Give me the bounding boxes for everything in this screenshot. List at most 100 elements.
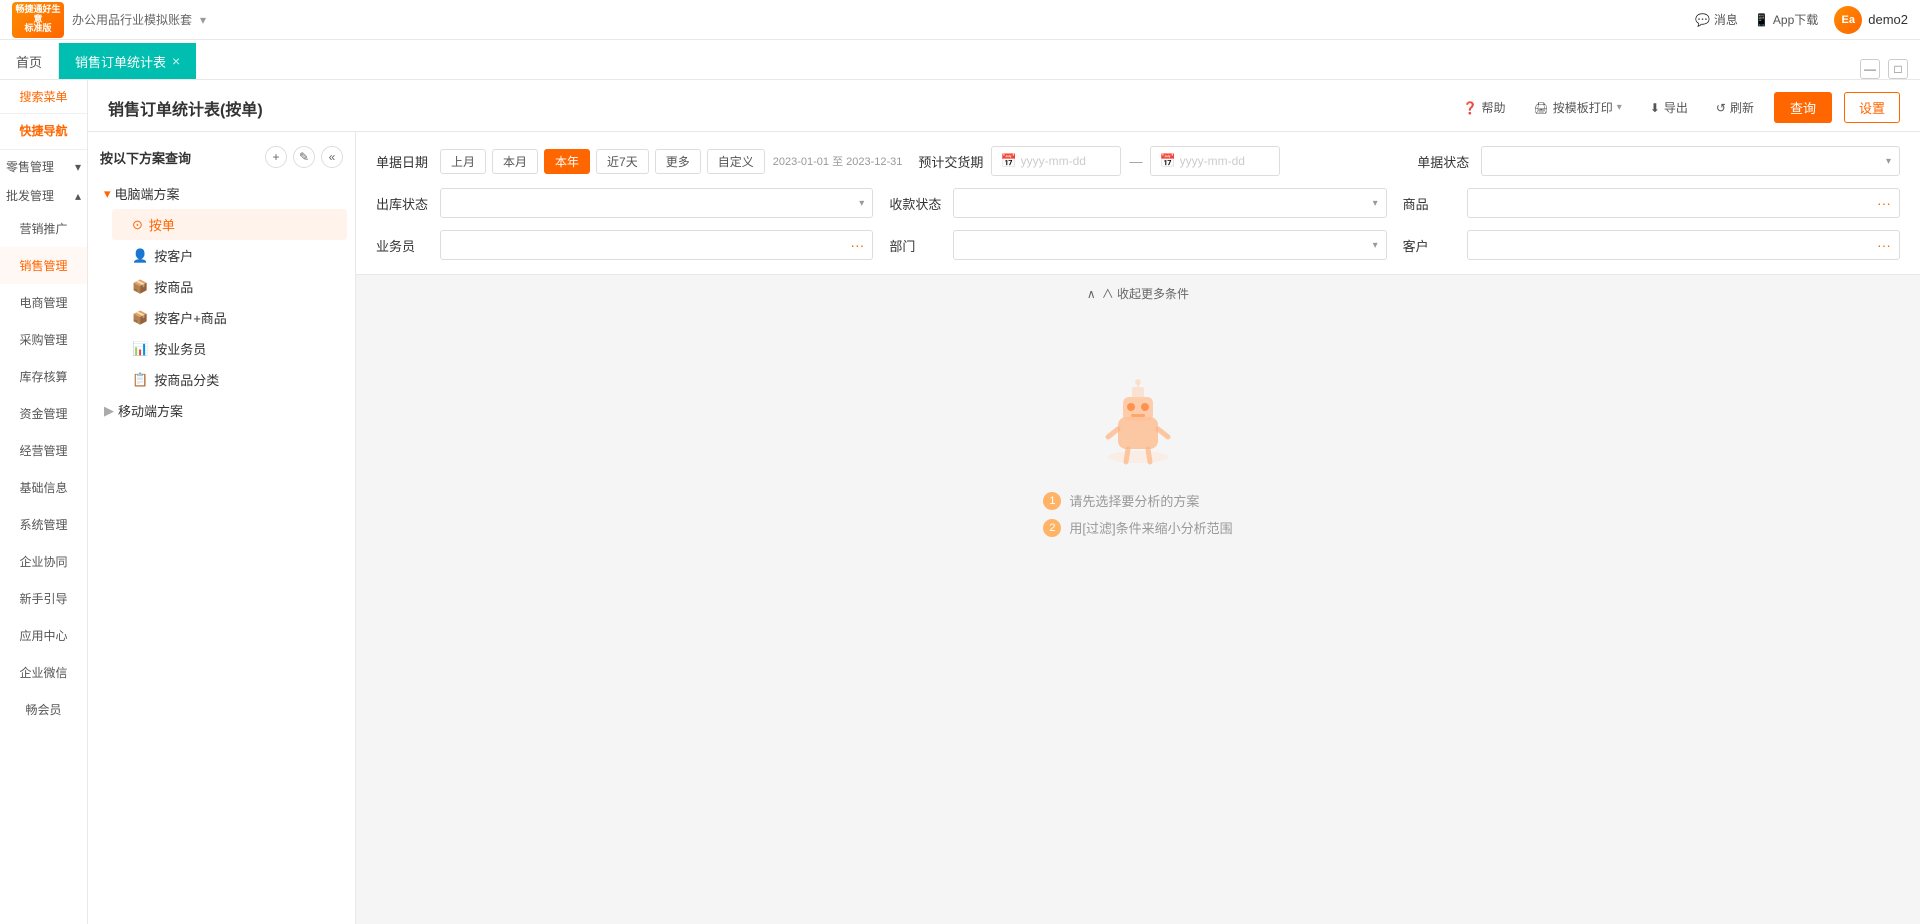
export-button[interactable]: ⬇ 导出 — [1642, 95, 1696, 120]
goods-select[interactable]: ··· — [1467, 188, 1900, 218]
expected-date-end[interactable]: 📅 yyyy-mm-dd — [1150, 146, 1280, 176]
collapse-button[interactable]: ∧ ∧ 收起更多条件 — [1075, 281, 1201, 306]
tree-collapse-icon: ▶ — [104, 403, 114, 419]
payment-select[interactable]: ▾ — [953, 188, 1386, 218]
sidebar-item-enterprise[interactable]: 企业协同 — [0, 543, 87, 580]
tree-item-icon: 📋 — [132, 372, 148, 388]
topbar-right: 💬 消息 📱 App下载 Ea demo2 — [1695, 6, 1908, 34]
department-label: 部门 — [889, 236, 945, 255]
sidebar-item-label: 批发管理 — [6, 187, 54, 204]
tree-item-label: 按客户 — [154, 246, 193, 265]
sidebar-search[interactable]: 搜索菜单 — [0, 80, 87, 114]
more-button[interactable]: 更多 — [655, 149, 701, 174]
sidebar-item-member[interactable]: 畅会员 — [0, 691, 87, 728]
filter-payment-item: 收款状态 ▾ — [889, 188, 1386, 218]
sidebar-item-label: 资金管理 — [19, 405, 67, 422]
this-year-button[interactable]: 本年 — [544, 149, 590, 174]
sidebar-item-label: 基础信息 — [19, 479, 67, 496]
tree-item-by-category[interactable]: 📋 按商品分类 — [112, 364, 347, 395]
tree-item-by-salesperson[interactable]: 📊 按业务员 — [112, 333, 347, 364]
username: demo2 — [1868, 12, 1908, 27]
tree-item-by-goods[interactable]: 📦 按商品 — [112, 271, 347, 302]
sidebar-item-finance[interactable]: 资金管理 — [0, 395, 87, 432]
customer-label: 客户 — [1403, 236, 1459, 255]
goods-label: 商品 — [1403, 194, 1459, 213]
refresh-button[interactable]: ↺ 刷新 — [1708, 95, 1762, 120]
delivery-arrow: ▾ — [859, 198, 864, 209]
print-button[interactable]: 🖨 按模板打印 ▾ — [1526, 95, 1630, 120]
maximize-button[interactable]: □ — [1888, 59, 1908, 79]
query-button[interactable]: 查询 — [1774, 92, 1832, 123]
setting-button[interactable]: 设置 — [1844, 92, 1900, 123]
print-icon: 🖨 — [1534, 101, 1549, 115]
filter-salesperson-item: 业务员 ··· — [376, 230, 873, 260]
sidebar-item-retail[interactable]: 零售管理 ▾ — [0, 152, 87, 181]
tree-section: ▾ 电脑端方案 ⊙ 按单 👤 按客户 📦 — [88, 174, 355, 430]
this-month-button[interactable]: 本月 — [492, 149, 538, 174]
sidebar-item-label: 企业协同 — [19, 553, 67, 570]
sidebar-item-wechat[interactable]: 企业微信 — [0, 654, 87, 691]
filter-department-item: 部门 ▾ — [889, 230, 1386, 260]
salesperson-more-icon[interactable]: ··· — [850, 237, 864, 253]
expected-date-start[interactable]: 📅 yyyy-mm-dd — [991, 146, 1121, 176]
sidebar-item-inventory[interactable]: 库存核算 — [0, 358, 87, 395]
sidebar-item-appcenter[interactable]: 应用中心 — [0, 617, 87, 654]
tab-home[interactable]: 首页 — [0, 43, 59, 79]
panel-edit-button[interactable]: ✎ — [293, 146, 315, 168]
main-layout: 搜索菜单 快捷导航 零售管理 ▾ 批发管理 ▴ 营销推广 销售管理 电商管理 采… — [0, 80, 1920, 924]
sidebar-item-label: 经营管理 — [19, 442, 67, 459]
help-button[interactable]: ❓ 帮助 — [1455, 95, 1514, 120]
tab-close-icon[interactable]: × — [172, 53, 180, 69]
status-label: 单据状态 — [1417, 152, 1473, 171]
sidebar-item-basic[interactable]: 基础信息 — [0, 469, 87, 506]
sidebar-item-wholesale[interactable]: 批发管理 ▴ — [0, 181, 87, 210]
sidebar-item-purchase[interactable]: 采购管理 — [0, 321, 87, 358]
customer-select[interactable]: ··· — [1467, 230, 1900, 260]
sidebar-item-label: 库存核算 — [19, 368, 67, 385]
tree-item-by-customer-goods[interactable]: 📦 按客户+商品 — [112, 302, 347, 333]
left-panel-header: 按以下方案查询 + ✎ « — [88, 140, 355, 174]
tree-section-pc[interactable]: ▾ 电脑端方案 — [96, 178, 347, 209]
calendar-icon-2: 📅 — [1159, 153, 1175, 169]
tab-active[interactable]: 销售订单统计表 × — [59, 43, 196, 79]
sidebar-item-label: 营销推广 — [19, 220, 67, 237]
status-select[interactable]: ▾ — [1481, 146, 1900, 176]
last7days-button[interactable]: 近7天 — [596, 149, 649, 174]
print-dropdown-icon: ▾ — [1617, 102, 1622, 113]
breadcrumb: 办公用品行业模拟账套 — [72, 11, 192, 28]
collapse-icon: ∧ — [1087, 287, 1096, 301]
sidebar-item-newbie[interactable]: 新手引导 — [0, 580, 87, 617]
export-icon: ⬇ — [1650, 101, 1660, 115]
tree-section-mobile[interactable]: ▶ 移动端方案 — [96, 395, 347, 426]
filter-expected-date-item: 预计交货期 📅 yyyy-mm-dd — 📅 yyyy-mm-dd — [918, 146, 1401, 176]
sidebar-quick-nav[interactable]: 快捷导航 — [0, 114, 87, 147]
panel-collapse-button[interactable]: « — [321, 146, 343, 168]
custom-button[interactable]: 自定义 — [707, 149, 765, 174]
tree-item-by-customer[interactable]: 👤 按客户 — [112, 240, 347, 271]
sidebar-item-marketing[interactable]: 营销推广 — [0, 210, 87, 247]
filter-date-item: 单据日期 上月 本月 本年 近7天 更多 自定义 2023-01-01 至 20… — [376, 149, 902, 174]
user-area[interactable]: Ea demo2 — [1834, 6, 1908, 34]
avatar: Ea — [1834, 6, 1862, 34]
sidebar-item-label: 电商管理 — [19, 294, 67, 311]
goods-more-icon[interactable]: ··· — [1877, 195, 1891, 211]
tree-item-icon: 📦 — [132, 279, 148, 295]
payment-arrow: ▾ — [1373, 198, 1378, 209]
sidebar-item-ecommerce[interactable]: 电商管理 — [0, 284, 87, 321]
tree-item-by-order[interactable]: ⊙ 按单 — [112, 209, 347, 240]
breadcrumb-dropdown-icon[interactable]: ▾ — [200, 13, 206, 27]
sidebar-item-sales[interactable]: 销售管理 — [0, 247, 87, 284]
customer-more-icon[interactable]: ··· — [1877, 237, 1891, 253]
app-download-button[interactable]: 📱 App下载 — [1754, 11, 1818, 28]
sidebar-item-system[interactable]: 系统管理 — [0, 506, 87, 543]
sidebar-item-management[interactable]: 经营管理 — [0, 432, 87, 469]
last-month-button[interactable]: 上月 — [440, 149, 486, 174]
message-button[interactable]: 💬 消息 — [1695, 11, 1738, 28]
department-select[interactable]: ▾ — [953, 230, 1386, 260]
salesperson-select[interactable]: ··· — [440, 230, 873, 260]
minimize-button[interactable]: — — [1860, 59, 1880, 79]
delivery-select[interactable]: ▾ — [440, 188, 873, 218]
logo: 畅捷通好生意标准版 — [12, 2, 64, 38]
panel-add-button[interactable]: + — [265, 146, 287, 168]
content: 销售订单统计表(按单) ❓ 帮助 🖨 按模板打印 ▾ ⬇ 导出 ↺ 刷新 — [88, 80, 1920, 924]
